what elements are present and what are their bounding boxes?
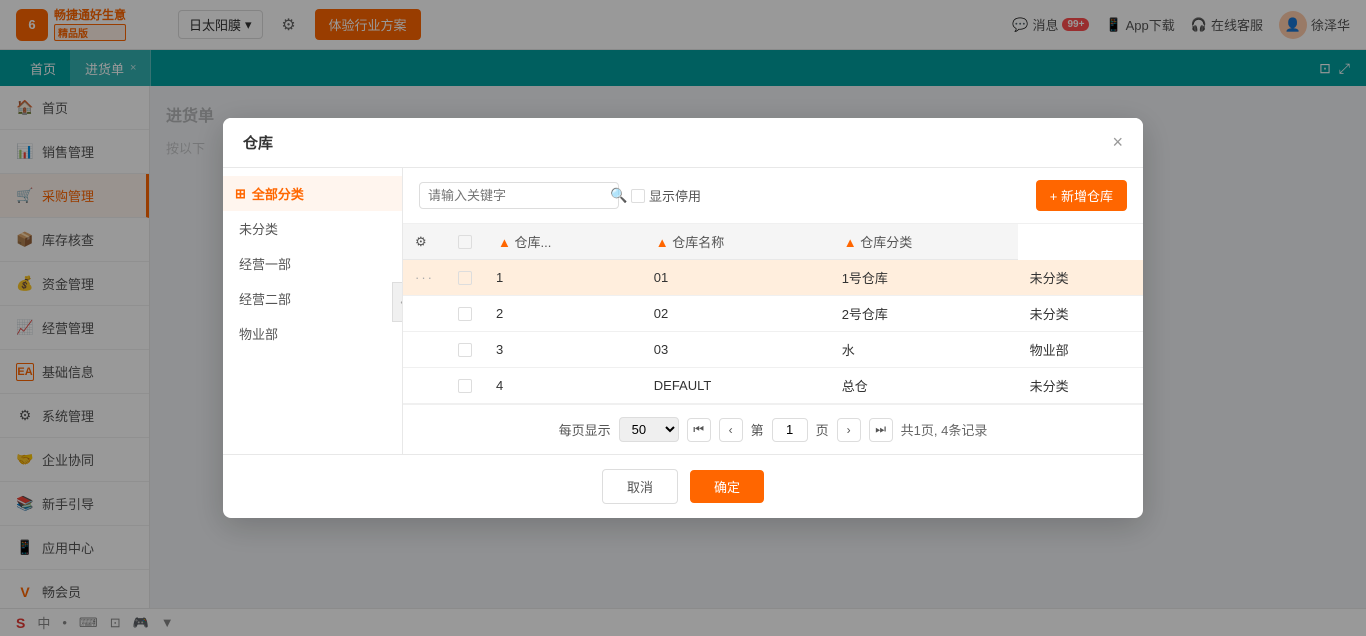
modal-footer: 取消 确定 xyxy=(223,454,1143,518)
row-category-cell: 未分类 xyxy=(1018,296,1143,332)
col-settings-icon[interactable]: ⚙ xyxy=(415,234,427,249)
row-index-cell: 3 xyxy=(484,332,642,368)
category-panel: ⊞ 全部分类 未分类 经营一部 经营二部 物业部 ‹ xyxy=(223,168,403,454)
all-categories-label: 全部分类 xyxy=(252,184,304,203)
row-category-cell: 物业部 xyxy=(1018,332,1143,368)
row-action-cell xyxy=(403,368,446,404)
table-toolbar: 🔍 显示停用 + 新增仓库 xyxy=(403,168,1143,224)
cancel-button[interactable]: 取消 xyxy=(602,469,678,504)
modal-overlay: 仓库 × ⊞ 全部分类 未分类 经营一部 经营二部 物业部 ‹ xyxy=(0,0,1366,636)
row-index-cell: 2 xyxy=(484,296,642,332)
page-label: 第 xyxy=(751,420,764,439)
row-code-cell: DEFAULT xyxy=(642,368,830,404)
grid-icon: ⊞ xyxy=(235,186,246,202)
search-input[interactable] xyxy=(428,188,604,203)
table-row[interactable]: 2 02 2号仓库 未分类 xyxy=(403,296,1143,332)
row-action-cell: ··· xyxy=(403,260,446,296)
row-index-cell: 4 xyxy=(484,368,642,404)
row-code-cell: 02 xyxy=(642,296,830,332)
row-checkbox-cell xyxy=(446,368,484,404)
modal-close-button[interactable]: × xyxy=(1112,132,1123,153)
modal-title: 仓库 xyxy=(243,132,1112,153)
search-icon: 🔍 xyxy=(610,187,627,204)
row-checkbox-cell xyxy=(446,296,484,332)
row-code-cell: 03 xyxy=(642,332,830,368)
warehouse-table-container: ⚙ ▲ 仓库... ▲ xyxy=(403,224,1143,404)
row-action-icon[interactable]: ··· xyxy=(415,270,434,285)
table-row[interactable]: 4 DEFAULT 总仓 未分类 xyxy=(403,368,1143,404)
show-disabled-checkbox-area[interactable]: 显示停用 xyxy=(631,186,701,205)
row-index-cell: 1 xyxy=(484,260,642,296)
show-disabled-checkbox[interactable] xyxy=(631,189,645,203)
category-operations-2[interactable]: 经营二部 xyxy=(223,281,402,316)
category-unclassified[interactable]: 未分类 xyxy=(223,211,402,246)
row-checkbox[interactable] xyxy=(458,379,472,393)
row-checkbox-cell xyxy=(446,332,484,368)
warehouse-table: ⚙ ▲ 仓库... ▲ xyxy=(403,224,1143,404)
warehouse-modal: 仓库 × ⊞ 全部分类 未分类 经营一部 经营二部 物业部 ‹ xyxy=(223,118,1143,518)
all-categories-item[interactable]: ⊞ 全部分类 xyxy=(223,176,402,211)
search-box: 🔍 xyxy=(419,182,619,209)
table-row[interactable]: ··· 1 01 1号仓库 未分类 xyxy=(403,260,1143,296)
row-action-cell xyxy=(403,296,446,332)
row-name-cell: 1号仓库 xyxy=(830,260,1018,296)
row-action-cell xyxy=(403,332,446,368)
last-page-button[interactable]: ⏭ xyxy=(869,418,893,442)
add-warehouse-button[interactable]: + 新增仓库 xyxy=(1036,180,1127,211)
prev-page-button[interactable]: ‹ xyxy=(719,418,743,442)
row-checkbox[interactable] xyxy=(458,271,472,285)
table-panel: 🔍 显示停用 + 新增仓库 ⚙ xyxy=(403,168,1143,454)
sort-category-icon: ▲ xyxy=(844,235,857,250)
row-name-cell: 总仓 xyxy=(830,368,1018,404)
col-name-header: ▲ 仓库名称 xyxy=(642,224,830,260)
per-page-label: 每页显示 xyxy=(559,420,611,439)
row-checkbox[interactable] xyxy=(458,343,472,357)
page-unit-label: 页 xyxy=(816,420,829,439)
total-info: 共1页, 4条记录 xyxy=(901,420,988,439)
col-code-header: ▲ 仓库... xyxy=(484,224,642,260)
sort-code-icon: ▲ xyxy=(498,235,511,250)
select-all-checkbox[interactable] xyxy=(458,235,472,249)
modal-body: ⊞ 全部分类 未分类 经营一部 经营二部 物业部 ‹ 🔍 xyxy=(223,168,1143,454)
table-row[interactable]: 3 03 水 物业部 xyxy=(403,332,1143,368)
row-code-cell: 01 xyxy=(642,260,830,296)
row-checkbox[interactable] xyxy=(458,307,472,321)
chevron-left-icon: ‹ xyxy=(400,297,403,308)
page-number-input[interactable] xyxy=(772,418,808,442)
row-name-cell: 水 xyxy=(830,332,1018,368)
sort-name-icon: ▲ xyxy=(656,235,669,250)
next-page-button[interactable]: › xyxy=(837,418,861,442)
per-page-select[interactable]: 50 20 100 xyxy=(619,417,679,442)
confirm-button[interactable]: 确定 xyxy=(690,470,764,503)
col-settings: ⚙ xyxy=(403,224,446,260)
pagination: 每页显示 50 20 100 ⏮ ‹ 第 页 › ⏭ 共1页, 4条记录 xyxy=(403,404,1143,454)
first-page-button[interactable]: ⏮ xyxy=(687,418,711,442)
row-category-cell: 未分类 xyxy=(1018,260,1143,296)
row-checkbox-cell xyxy=(446,260,484,296)
modal-header: 仓库 × xyxy=(223,118,1143,168)
col-checkbox-header xyxy=(446,224,484,260)
category-operations-1[interactable]: 经营一部 xyxy=(223,246,402,281)
table-header-row: ⚙ ▲ 仓库... ▲ xyxy=(403,224,1143,260)
show-disabled-label: 显示停用 xyxy=(649,186,701,205)
row-category-cell: 未分类 xyxy=(1018,368,1143,404)
col-category-header: ▲ 仓库分类 xyxy=(830,224,1018,260)
row-name-cell: 2号仓库 xyxy=(830,296,1018,332)
category-property[interactable]: 物业部 xyxy=(223,316,402,351)
collapse-panel-button[interactable]: ‹ xyxy=(392,282,403,322)
